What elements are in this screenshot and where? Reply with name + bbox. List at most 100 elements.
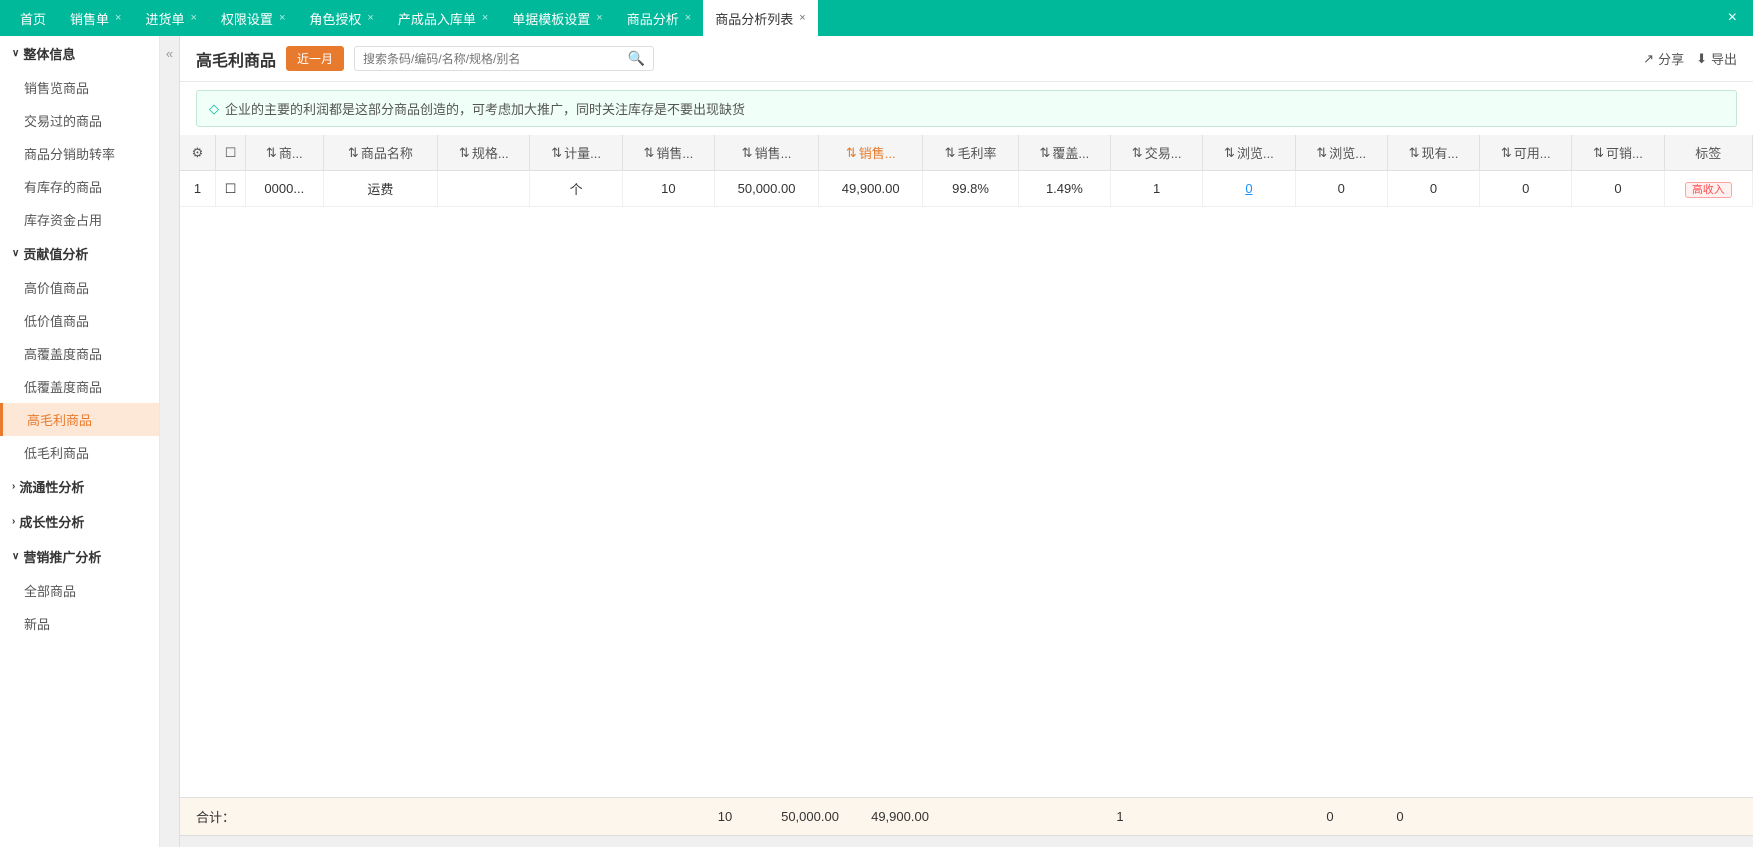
sidebar-item-高价值商品[interactable]: 高价值商品 (0, 271, 159, 304)
row-checkbox[interactable]: ☐ (216, 171, 246, 207)
col-checkbox[interactable]: ☐ (216, 135, 246, 171)
col-coverage[interactable]: ⇅覆盖... (1018, 135, 1110, 171)
col-sort-icon: ⇅ (742, 145, 753, 161)
sidebar-item-高覆盖度商品[interactable]: 高覆盖度商品 (0, 337, 159, 370)
filter-recent-month-button[interactable]: 近一月 (286, 46, 344, 71)
row-tag: 高收入 (1664, 171, 1752, 207)
tip-text: 企业的主要的利润都是这部分商品创造的，可考虑加大推广，同时关注库存是不要出现缺货 (225, 99, 745, 118)
share-button[interactable]: ↗ 分享 (1643, 49, 1684, 68)
nav-close-icon[interactable]: × (799, 12, 805, 24)
row-saleable: 0 (1572, 171, 1664, 207)
row-name[interactable]: 运费 (323, 171, 438, 207)
col-tag-label: 标签 (1695, 143, 1721, 162)
col-browse2-label: 浏览... (1329, 143, 1366, 162)
sidebar-group-成长性分析[interactable]: › 成长性分析 (0, 504, 159, 539)
top-nav: 首页销售单×进货单×权限设置×角色授权×产成品入库单×单据模板设置×商品分析×商… (0, 0, 1753, 36)
header-actions: ↗ 分享 ⬇ 导出 (1643, 49, 1737, 68)
nav-item-首页[interactable]: 首页 (8, 0, 58, 36)
search-input[interactable] (363, 52, 628, 66)
col-sales-amount[interactable]: ⇅销售... (714, 135, 818, 171)
sidebar-item-有库存的商品[interactable]: 有库存的商品 (0, 170, 159, 203)
nav-close-icon[interactable]: × (596, 12, 602, 24)
search-icon: 🔍 (628, 50, 645, 67)
sidebar-item-交易过的商品[interactable]: 交易过的商品 (0, 104, 159, 137)
col-name[interactable]: ⇅商品名称 (323, 135, 438, 171)
row-browse1[interactable]: 0 (1203, 171, 1295, 207)
sidebar-group-贡献值分析[interactable]: ∨ 贡献值分析 (0, 236, 159, 271)
nav-item-权限设置[interactable]: 权限设置× (209, 0, 297, 36)
horizontal-scrollbar[interactable] (180, 835, 1753, 847)
col-current-stock[interactable]: ⇅现有... (1387, 135, 1479, 171)
export-button[interactable]: ⬇ 导出 (1696, 49, 1737, 68)
footer-browse1 (1155, 809, 1225, 824)
col-saleable[interactable]: ⇅可销... (1572, 135, 1664, 171)
sidebar-item-全部商品[interactable]: 全部商品 (0, 574, 159, 607)
sidebar-item-低毛利商品[interactable]: 低毛利商品 (0, 436, 159, 469)
nav-item-销售单[interactable]: 销售单× (58, 0, 133, 36)
col-transaction-label: 交易... (1145, 143, 1182, 162)
col-sales-cost[interactable]: ⇅销售... (819, 135, 923, 171)
row-num: 1 (180, 171, 216, 207)
close-window-button[interactable]: × (1720, 9, 1745, 27)
footer-sales-qty: 10 (685, 809, 765, 824)
col-spec[interactable]: ⇅规格... (438, 135, 530, 171)
sidebar-item-低价值商品[interactable]: 低价值商品 (0, 304, 159, 337)
sidebar-item-低覆盖度商品[interactable]: 低覆盖度商品 (0, 370, 159, 403)
arrow-down-icon: ∨ (12, 248, 19, 259)
table-header-row: ⚙ ☐ ⇅商... ⇅商品名称 (180, 135, 1753, 171)
footer-spacer6 (605, 809, 685, 824)
col-unit[interactable]: ⇅计量... (530, 135, 622, 171)
nav-close-icon[interactable]: × (685, 12, 691, 24)
footer-sales-amount: 50,000.00 (765, 809, 855, 824)
row-coverage: 1.49% (1018, 171, 1110, 207)
sidebar-item-新品[interactable]: 新品 (0, 607, 159, 640)
sidebar-group-整体信息[interactable]: ∨ 整体信息 (0, 36, 159, 71)
row-available: 0 (1480, 171, 1572, 207)
row-transaction: 1 (1111, 171, 1203, 207)
col-sort-icon: ⇅ (945, 145, 956, 161)
footer-spacer5 (525, 809, 605, 824)
col-browse1[interactable]: ⇅浏览... (1203, 135, 1295, 171)
sidebar-item-高毛利商品[interactable]: 高毛利商品 (0, 403, 159, 436)
footer-cells: 10 50,000.00 49,900.00 1 0 0 (255, 809, 1737, 824)
col-code[interactable]: ⇅商... (246, 135, 324, 171)
sidebar-group-流通性分析[interactable]: › 流通性分析 (0, 469, 159, 504)
export-label: 导出 (1711, 49, 1737, 68)
row-sales-qty: 10 (622, 171, 714, 207)
sidebar-collapse-button[interactable]: « (160, 36, 180, 847)
col-browse2[interactable]: ⇅浏览... (1295, 135, 1387, 171)
nav-item-商品分析列表[interactable]: 商品分析列表× (703, 0, 817, 36)
col-sales-cost-label: 销售... (859, 143, 896, 162)
nav-close-icon[interactable]: × (482, 12, 488, 24)
select-all-checkbox[interactable]: ☐ (225, 145, 237, 161)
nav-item-进货单[interactable]: 进货单× (133, 0, 208, 36)
footer-transaction: 1 (1085, 809, 1155, 824)
nav-close-icon[interactable]: × (190, 12, 196, 24)
col-gross-margin[interactable]: ⇅毛利率 (923, 135, 1018, 171)
col-tag[interactable]: 标签 (1664, 135, 1752, 171)
nav-close-icon[interactable]: × (115, 12, 121, 24)
footer-gross-margin (945, 809, 1015, 824)
table-footer: 合计： 10 50,000.00 49,900.00 1 0 (180, 797, 1753, 835)
nav-item-商品分析[interactable]: 商品分析× (615, 0, 703, 36)
nav-close-icon[interactable]: × (279, 12, 285, 24)
row-spec (438, 171, 530, 207)
sidebar-item-销售览商品[interactable]: 销售览商品 (0, 71, 159, 104)
sidebar-item-库存资金占用[interactable]: 库存资金占用 (0, 203, 159, 236)
nav-item-角色授权[interactable]: 角色授权× (297, 0, 385, 36)
footer-label: 合计： (196, 807, 235, 826)
sidebar-group-营销推广分析[interactable]: ∨ 营销推广分析 (0, 539, 159, 574)
col-sales-qty[interactable]: ⇅销售... (622, 135, 714, 171)
nav-close-icon[interactable]: × (367, 12, 373, 24)
nav-item-单据模板设置[interactable]: 单据模板设置× (500, 0, 614, 36)
col-transaction[interactable]: ⇅交易... (1111, 135, 1203, 171)
col-current-stock-label: 现有... (1421, 143, 1458, 162)
col-sort-icon: ⇅ (846, 145, 857, 161)
col-sort-icon: ⇅ (1040, 145, 1051, 161)
col-name-label: 商品名称 (361, 143, 413, 162)
sidebar-item-商品分销助转率[interactable]: 商品分销助转率 (0, 137, 159, 170)
export-icon: ⬇ (1696, 51, 1707, 67)
col-settings[interactable]: ⚙ (180, 135, 216, 171)
nav-item-产成品入库单[interactable]: 产成品入库单× (386, 0, 500, 36)
col-available[interactable]: ⇅可用... (1480, 135, 1572, 171)
